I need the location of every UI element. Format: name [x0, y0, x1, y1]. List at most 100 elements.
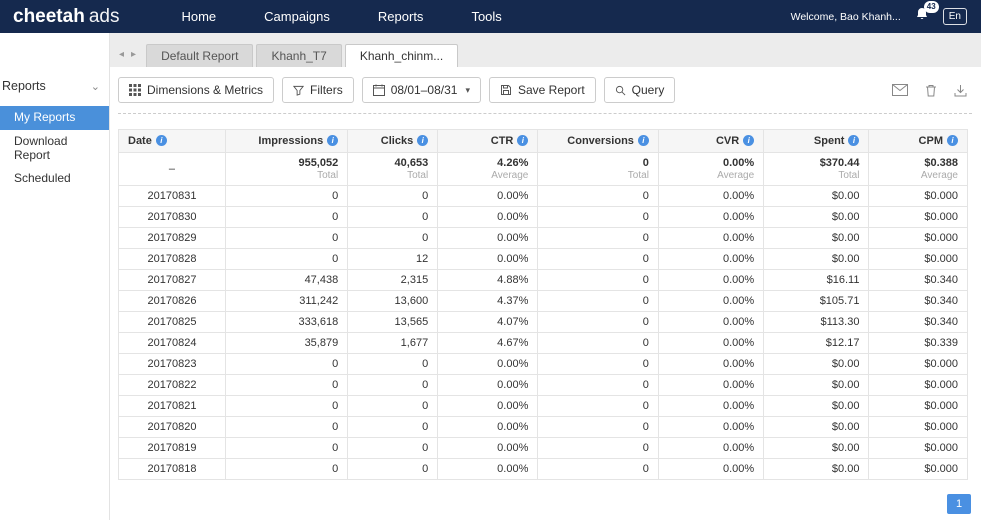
table-row: 20170824 35,879 1,677 4.67% 0 0.00% $12.17 $0.3… — [118, 332, 968, 354]
info-icon[interactable]: i — [327, 135, 339, 146]
sidebar-item-download-report[interactable]: Download Report — [0, 130, 109, 168]
column-label: Conversions — [567, 135, 634, 147]
page-button-1[interactable]: 1 — [947, 494, 971, 514]
date-cell: 20170820 — [118, 416, 226, 438]
metric-cell: 0 — [347, 206, 439, 228]
tab-default-report[interactable]: Default Report — [146, 44, 254, 67]
column-header-ctr[interactable]: CTR i — [437, 129, 539, 153]
mail-report-button[interactable] — [892, 84, 908, 96]
info-icon[interactable]: i — [155, 135, 167, 146]
metric-cell: $0.339 — [868, 332, 968, 354]
metric-cell: $0.340 — [868, 269, 968, 291]
table-row: 20170827 47,438 2,315 4.88% 0 0.00% $16.11 $0.3… — [118, 269, 968, 291]
column-label: Clicks — [380, 135, 414, 147]
query-button[interactable]: Query — [603, 77, 676, 103]
table-row: 20170826 311,242 13,600 4.37% 0 0.00% $105.71 $… — [118, 290, 968, 312]
info-icon[interactable]: i — [743, 135, 755, 146]
metric-cell: 0 — [224, 353, 349, 375]
metric-cell: $0.000 — [868, 374, 968, 396]
metric-cell: 0 — [537, 437, 659, 459]
date-range-button[interactable]: 08/01–08/31 ▾ — [361, 77, 481, 103]
column-label: CTR — [490, 135, 514, 147]
info-icon[interactable]: i — [947, 135, 958, 146]
metric-cell: 0 — [537, 227, 659, 249]
metric-cell: 0.00% — [657, 458, 765, 480]
column-label: CPM — [918, 135, 943, 147]
date-cell: 20170822 — [118, 374, 226, 396]
column-header-cpm[interactable]: CPM i — [868, 129, 968, 153]
date-cell: 20170826 — [118, 290, 226, 312]
date-cell: 20170827 — [118, 269, 226, 291]
metric-cell: 4.37% — [437, 290, 539, 312]
metric-cell: 0 — [347, 416, 439, 438]
metric-cell: $0.00 — [763, 227, 870, 249]
download-report-button[interactable] — [954, 84, 967, 97]
table-total-row: –955,052 Total 40,653 Total 4.26% Average 0 Tot… — [118, 152, 968, 186]
save-report-button[interactable]: Save Report — [488, 77, 596, 103]
info-icon[interactable]: i — [848, 135, 860, 146]
caret-down-icon: ▾ — [465, 84, 470, 95]
calendar-icon — [372, 84, 385, 96]
column-header-cvr[interactable]: CVR i — [657, 129, 765, 153]
total-cell: 955,052 Total — [224, 152, 349, 186]
tab-khanh-chinm[interactable]: Khanh_chinm... — [344, 44, 459, 67]
column-header-impressions[interactable]: Impressions i — [224, 129, 349, 153]
notifications-button[interactable]: 43 — [915, 1, 939, 26]
welcome-text[interactable]: Welcome, Bao Khanh... — [791, 11, 901, 23]
table-row: 20170828 0 12 0.00% 0 0.00% $0.00 $0.000 — [118, 248, 968, 270]
metric-cell: $105.71 — [763, 290, 870, 312]
report-table-container: Date i Impressions i Clicks i CTR i Conversions i… — [118, 129, 968, 480]
metric-cell: 0 — [537, 311, 659, 333]
column-label: CVR — [715, 135, 740, 147]
metric-cell: 35,879 — [224, 332, 349, 354]
tab-scroll-right-icon[interactable]: ▸ — [131, 49, 136, 60]
info-icon[interactable]: i — [517, 135, 529, 146]
metric-cell: 0.00% — [657, 206, 765, 228]
metric-cell: 0.00% — [437, 248, 539, 270]
metric-cell: $0.00 — [763, 416, 870, 438]
metric-cell: $0.00 — [763, 437, 870, 459]
table-row: 20170830 0 0 0.00% 0 0.00% $0.00 $0.000 — [118, 206, 968, 228]
nav-item-tools[interactable]: Tools — [471, 9, 501, 24]
funnel-icon — [293, 85, 305, 96]
sidebar-item-my-reports[interactable]: My Reports — [0, 106, 109, 130]
main-nav: Home Campaigns Reports Tools — [181, 9, 501, 24]
nav-item-reports[interactable]: Reports — [378, 9, 424, 24]
column-header-clicks[interactable]: Clicks i — [347, 129, 439, 153]
table-row: 20170818 0 0 0.00% 0 0.00% $0.00 $0.000 — [118, 458, 968, 480]
metric-cell: $0.340 — [868, 290, 968, 312]
nav-item-campaigns[interactable]: Campaigns — [264, 9, 330, 24]
column-header-date[interactable]: Date i — [118, 129, 226, 153]
dimensions-metrics-button[interactable]: Dimensions & Metrics — [118, 77, 275, 103]
metric-cell: 0 — [347, 185, 439, 207]
tab-scroll-arrows: ◂ ▸ — [119, 49, 136, 60]
metric-cell: 0 — [224, 395, 349, 417]
language-button[interactable]: En — [942, 8, 967, 25]
delete-report-button[interactable] — [925, 84, 937, 97]
table-row: 20170819 0 0 0.00% 0 0.00% $0.00 $0.000 — [118, 437, 968, 459]
metric-cell: 47,438 — [224, 269, 349, 291]
metric-cell: 0.00% — [657, 311, 765, 333]
info-icon[interactable]: i — [417, 135, 429, 146]
tab-khanh-t7[interactable]: Khanh_T7 — [256, 44, 342, 67]
metric-cell: $0.00 — [763, 353, 870, 375]
sidebar-section-reports[interactable]: Reports ⌄ — [0, 75, 109, 97]
sidebar-item-scheduled[interactable]: Scheduled — [0, 167, 109, 191]
metric-cell: 0 — [537, 458, 659, 480]
nav-item-home[interactable]: Home — [181, 9, 216, 24]
total-cell: 40,653 Total — [347, 152, 439, 186]
column-header-spent[interactable]: Spent i — [763, 129, 870, 153]
sidebar: Reports ⌄ My Reports Download Report Sch… — [0, 33, 110, 520]
app-logo[interactable]: cheetah ads — [13, 7, 119, 26]
metric-cell: 0 — [537, 248, 659, 270]
filters-button[interactable]: Filters — [282, 77, 354, 103]
metric-cell: $0.000 — [868, 248, 968, 270]
date-cell: 20170823 — [118, 353, 226, 375]
report-table: Date i Impressions i Clicks i CTR i Conversions i… — [118, 129, 968, 480]
tab-scroll-left-icon[interactable]: ◂ — [119, 49, 124, 60]
column-header-conversions[interactable]: Conversions i — [537, 129, 659, 153]
metric-cell: 0.00% — [657, 227, 765, 249]
metric-cell: 0 — [537, 269, 659, 291]
info-icon[interactable]: i — [637, 135, 649, 146]
metric-cell: 0 — [224, 185, 349, 207]
